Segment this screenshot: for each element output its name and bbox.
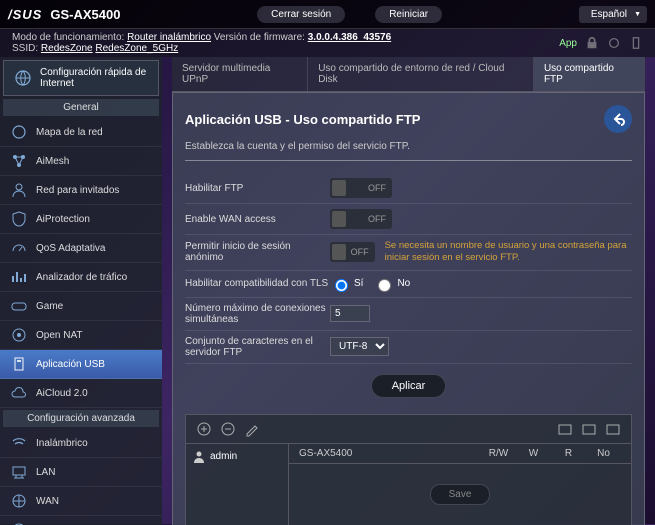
language-selector[interactable]: Español: [579, 6, 647, 23]
sidebar-item-aimesh[interactable]: AiMesh: [0, 147, 162, 176]
panel-title: Aplicación USB - Uso compartido FTP: [185, 112, 420, 127]
col-w: W: [516, 448, 551, 459]
sidebar-item-qos[interactable]: QoS Adaptativa: [0, 234, 162, 263]
label-enable-wan: Enable WAN access: [185, 214, 330, 225]
lan-icon: [10, 463, 28, 481]
chart-icon: [10, 268, 28, 286]
folder-add-icon[interactable]: [557, 421, 573, 437]
col-r: R: [551, 448, 586, 459]
logout-button[interactable]: Cerrar sesión: [257, 6, 345, 23]
label-enable-ftp: Habilitar FTP: [185, 183, 330, 194]
usb-icon[interactable]: [629, 36, 643, 50]
sidebar-item-usb[interactable]: Aplicación USB: [0, 350, 162, 379]
ftp-panel: Aplicación USB - Uso compartido FTP Esta…: [172, 92, 645, 525]
sidebar-item-traffic[interactable]: Analizador de tráfico: [0, 263, 162, 292]
led-icon[interactable]: [607, 36, 621, 50]
sidebar-group-general: General: [3, 99, 159, 116]
lock-icon[interactable]: [585, 36, 599, 50]
share-panel: admin GS-AX5400 R/W W R No Save: [185, 414, 632, 525]
sidebar-item-aicloud[interactable]: AiCloud 2.0: [0, 379, 162, 408]
label-maxconn: Número máximo de conexiones simultáneas: [185, 303, 330, 325]
toggle-anon[interactable]: OFF: [330, 242, 375, 262]
col-no: No: [586, 448, 621, 459]
apply-button[interactable]: Aplicar: [371, 374, 447, 398]
shield-icon: [10, 210, 28, 228]
share-device: GS-AX5400: [299, 448, 481, 459]
quickstart-label: Configuración rápida de Internet: [40, 67, 148, 89]
fw-value[interactable]: 3.0.0.4.386_43576: [308, 32, 391, 43]
tab-bar: Servidor multimedia UPnP Uso compartido …: [172, 57, 645, 92]
label-charset: Conjunto de caracteres en el servidor FT…: [185, 336, 330, 358]
info-bar: Modo de funcionamiento: Router inalámbri…: [0, 29, 655, 57]
sidebar-item-game[interactable]: Game: [0, 292, 162, 321]
ssid-2[interactable]: RedesZone_5GHz: [95, 43, 178, 54]
reboot-button[interactable]: Reiniciar: [375, 6, 442, 23]
content-area: Servidor multimedia UPnP Uso compartido …: [162, 57, 655, 525]
radio-tls-yes[interactable]: Sí: [330, 276, 363, 292]
radio-tls-no[interactable]: No: [373, 276, 410, 292]
usb-app-icon: [10, 355, 28, 373]
fw-label: Versión de firmware:: [214, 32, 305, 43]
folder-delete-icon[interactable]: [605, 421, 621, 437]
user-item[interactable]: admin: [192, 450, 282, 464]
sidebar-group-advanced: Configuración avanzada: [3, 410, 159, 427]
anon-hint: Se necesita un nombre de usuario y una c…: [385, 240, 632, 265]
tab-samba[interactable]: Uso compartido de entorno de red / Cloud…: [308, 57, 534, 91]
ssid-label: SSID:: [12, 43, 38, 54]
panel-desc: Establezca la cuenta y el permiso del se…: [185, 141, 632, 161]
game-icon: [10, 297, 28, 315]
brand-logo: /SUS: [8, 7, 42, 22]
header: /SUS GS-AX5400 Cerrar sesión Reiniciar E…: [0, 0, 655, 29]
alexa-icon: [10, 521, 28, 525]
sidebar-item-wan[interactable]: WAN: [0, 487, 162, 516]
folder-copy-icon[interactable]: [581, 421, 597, 437]
sidebar-item-guest[interactable]: Red para invitados: [0, 176, 162, 205]
tab-upnp[interactable]: Servidor multimedia UPnP: [172, 57, 308, 91]
wifi-icon: [10, 434, 28, 452]
mode-label: Modo de funcionamiento:: [12, 32, 124, 43]
ssid-1[interactable]: RedesZone: [41, 43, 93, 54]
back-button[interactable]: [604, 105, 632, 133]
sidebar-item-aiprotection[interactable]: AiProtection: [0, 205, 162, 234]
edit-user-icon[interactable]: [244, 421, 260, 437]
label-anon: Permitir inicio de sesión anónimo: [185, 241, 330, 263]
guest-icon: [10, 181, 28, 199]
wan-icon: [10, 492, 28, 510]
toggle-enable-ftp[interactable]: OFF: [330, 178, 392, 198]
save-button[interactable]: Save: [430, 484, 491, 505]
mode-value[interactable]: Router inalámbrico: [127, 32, 211, 43]
back-arrow-icon: [610, 111, 626, 127]
nat-icon: [10, 326, 28, 344]
sidebar-item-network-map[interactable]: Mapa de la red: [0, 118, 162, 147]
tab-ftp[interactable]: Uso compartido FTP: [534, 57, 645, 91]
model-name: GS-AX5400: [50, 7, 120, 22]
sidebar-quickstart[interactable]: Configuración rápida de Internet: [3, 60, 159, 96]
map-icon: [10, 123, 28, 141]
mesh-icon: [10, 152, 28, 170]
input-maxconn[interactable]: [330, 305, 370, 322]
app-label[interactable]: App: [559, 38, 577, 49]
label-tls: Habilitar compatibilidad con TLS: [185, 278, 330, 289]
user-icon: [192, 450, 206, 464]
globe-icon: [14, 69, 32, 87]
remove-user-icon[interactable]: [220, 421, 236, 437]
sidebar-item-lan[interactable]: LAN: [0, 458, 162, 487]
add-user-icon[interactable]: [196, 421, 212, 437]
select-charset[interactable]: UTF-8: [330, 337, 389, 356]
sidebar: Configuración rápida de Internet General…: [0, 57, 162, 525]
toggle-enable-wan[interactable]: OFF: [330, 209, 392, 229]
gauge-icon: [10, 239, 28, 257]
cloud-icon: [10, 384, 28, 402]
sidebar-item-opennat[interactable]: Open NAT: [0, 321, 162, 350]
col-rw: R/W: [481, 448, 516, 459]
sidebar-item-wireless[interactable]: Inalámbrico: [0, 429, 162, 458]
